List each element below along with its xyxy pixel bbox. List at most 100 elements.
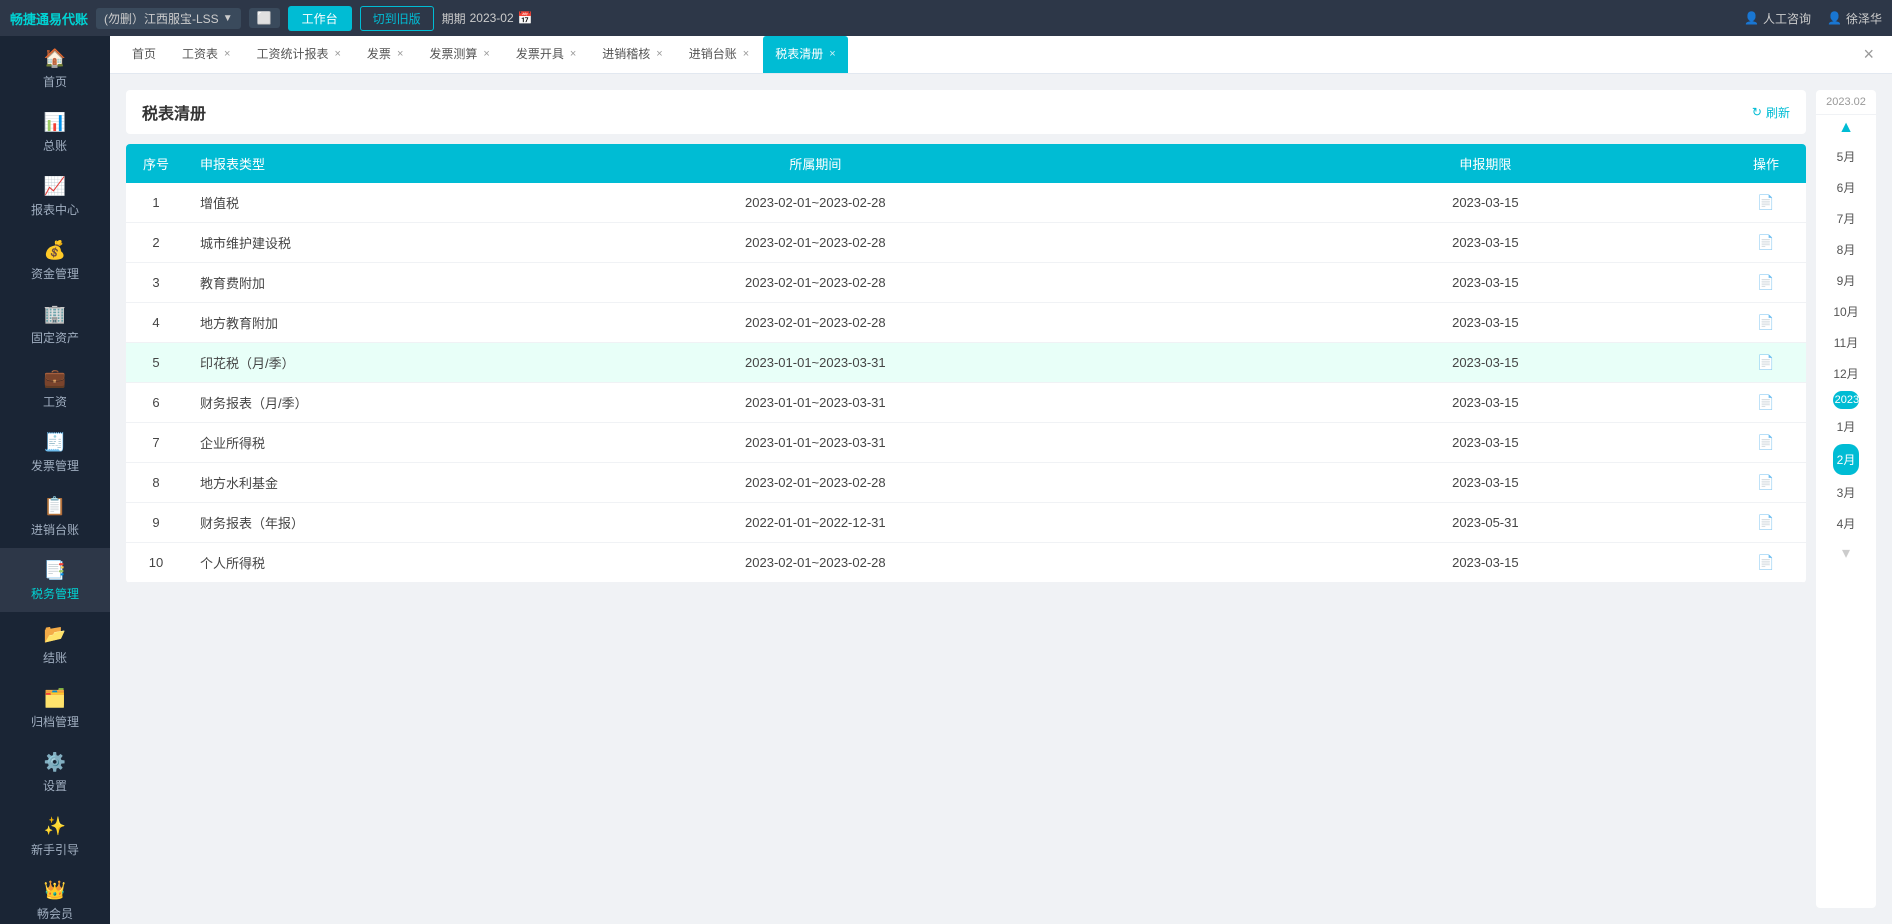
action-file-icon[interactable]: 📄 — [1757, 474, 1774, 490]
sidebar-item-archive[interactable]: 🗂️ 归档管理 — [0, 676, 110, 740]
user-avatar-icon: 👤 — [1827, 11, 1842, 25]
workspace-button[interactable]: 工作台 — [288, 6, 352, 31]
sidebar-item-tax[interactable]: 📑 税务管理 — [0, 548, 110, 612]
sidebar-item-funds[interactable]: 💰 资金管理 — [0, 228, 110, 292]
cell-type: 增值税 — [186, 183, 386, 223]
ai-icon: 👤 — [1744, 11, 1759, 25]
tab-tax-clear-close[interactable]: × — [829, 48, 835, 60]
cell-type: 财务报表（月/季） — [186, 383, 386, 423]
tab-home[interactable]: 首页 — [120, 36, 168, 73]
tab-salary-stat[interactable]: 工资统计报表 × — [244, 36, 352, 73]
tab-salary-stat-close[interactable]: × — [334, 48, 340, 60]
company-selector[interactable]: (勿删）江西服宝-LSS ▼ — [96, 8, 241, 29]
cell-no: 6 — [126, 383, 186, 423]
date-month-item[interactable]: 8月 — [1829, 234, 1862, 265]
switch-version-button[interactable]: 切到旧版 — [360, 6, 434, 31]
tab-invoice-calc-close[interactable]: × — [483, 48, 489, 60]
assets-icon: 🏢 — [44, 304, 66, 325]
sidebar-item-settle[interactable]: 📂 结账 — [0, 612, 110, 676]
col-action: 操作 — [1726, 144, 1806, 183]
cell-period: 2023-01-01~2023-03-31 — [386, 343, 1245, 383]
sidebar-item-guide[interactable]: ✨ 新手引导 — [0, 804, 110, 868]
tab-invoice-close[interactable]: × — [397, 48, 403, 60]
copy-icon-btn[interactable]: ⬜ — [249, 8, 280, 28]
sidebar-item-purchase[interactable]: 📋 进销台账 — [0, 484, 110, 548]
tab-invoice-calc-label: 发票测算 — [429, 45, 477, 62]
chevron-down-icon: ▾ — [1842, 543, 1850, 563]
action-file-icon[interactable]: 📄 — [1757, 194, 1774, 210]
date-month-list: 5月6月7月8月9月10月11月12月20231月2月3月4月 — [1829, 141, 1862, 539]
tax-icon: 📑 — [44, 560, 66, 581]
ai-consult-button[interactable]: 👤 人工咨询 — [1744, 10, 1811, 27]
cell-action: 📄 — [1726, 303, 1806, 343]
cell-period: 2023-02-01~2023-02-28 — [386, 463, 1245, 503]
date-nav-down-button[interactable]: ▾ — [1816, 539, 1876, 567]
refresh-button[interactable]: ↻ 刷新 — [1752, 104, 1790, 121]
tab-invoice-calc[interactable]: 发票测算 × — [417, 36, 501, 73]
cell-type: 印花税（月/季） — [186, 343, 386, 383]
table-row: 10 个人所得税 2023-02-01~2023-02-28 2023-03-1… — [126, 543, 1806, 583]
date-month-item[interactable]: 9月 — [1829, 265, 1862, 296]
date-month-item[interactable]: 12月 — [1829, 358, 1862, 389]
sidebar-item-settings[interactable]: ⚙️ 设置 — [0, 740, 110, 804]
user-profile-button[interactable]: 👤 徐泽华 — [1827, 10, 1882, 27]
action-file-icon[interactable]: 📄 — [1757, 354, 1774, 370]
sidebar-item-salary[interactable]: 💼 工资 — [0, 356, 110, 420]
cell-type: 教育费附加 — [186, 263, 386, 303]
calendar-icon[interactable]: 📅 — [518, 11, 533, 25]
cell-period: 2023-02-01~2023-02-28 — [386, 263, 1245, 303]
tab-invoice[interactable]: 发票 × — [355, 36, 415, 73]
sidebar-item-ledger[interactable]: 📊 总账 — [0, 100, 110, 164]
sidebar-item-member[interactable]: 👑 畅会员 — [0, 868, 110, 924]
action-file-icon[interactable]: 📄 — [1757, 514, 1774, 530]
action-file-icon[interactable]: 📄 — [1757, 314, 1774, 330]
user-name: 徐泽华 — [1846, 10, 1882, 27]
table-row: 1 增值税 2023-02-01~2023-02-28 2023-03-15 📄 — [126, 183, 1806, 223]
cell-no: 5 — [126, 343, 186, 383]
tab-invoice-open-label: 发票开具 — [516, 45, 564, 62]
tab-purchase-check[interactable]: 进销稽核 × — [590, 36, 674, 73]
sidebar-item-report[interactable]: 📈 报表中心 — [0, 164, 110, 228]
date-month-item[interactable]: 7月 — [1829, 203, 1862, 234]
action-file-icon[interactable]: 📄 — [1757, 554, 1774, 570]
sidebar-label-settings: 设置 — [43, 777, 67, 794]
action-file-icon[interactable]: 📄 — [1757, 234, 1774, 250]
tab-salary-label: 工资表 — [182, 45, 218, 62]
date-active-month[interactable]: 2月 — [1833, 444, 1860, 475]
tab-invoice-open[interactable]: 发票开具 × — [504, 36, 588, 73]
date-nav-up-button[interactable]: ▲ — [1816, 115, 1876, 141]
tab-salary[interactable]: 工资表 × — [170, 36, 242, 73]
home-icon: 🏠 — [44, 48, 66, 69]
tab-purchase-ledger[interactable]: 进销台账 × — [677, 36, 761, 73]
cell-period: 2023-01-01~2023-03-31 — [386, 383, 1245, 423]
window-close-button[interactable]: × — [1855, 44, 1882, 65]
tab-purchase-check-close[interactable]: × — [656, 48, 662, 60]
sidebar-item-assets[interactable]: 🏢 固定资产 — [0, 292, 110, 356]
date-month-item[interactable]: 1月 — [1829, 411, 1862, 442]
table-row: 2 城市维护建设税 2023-02-01~2023-02-28 2023-03-… — [126, 223, 1806, 263]
sidebar-label-assets: 固定资产 — [31, 329, 79, 346]
main-layout: 🏠 首页 📊 总账 📈 报表中心 💰 资金管理 🏢 固定资产 💼 工资 🧾 发票… — [0, 36, 1892, 924]
sidebar-item-invoice[interactable]: 🧾 发票管理 — [0, 420, 110, 484]
date-month-item[interactable]: 11月 — [1829, 327, 1862, 358]
tab-salary-close[interactable]: × — [224, 48, 230, 60]
date-month-item[interactable]: 3月 — [1829, 477, 1862, 508]
date-month-item[interactable]: 4月 — [1829, 508, 1862, 539]
action-file-icon[interactable]: 📄 — [1757, 434, 1774, 450]
tab-bar: 首页 工资表 × 工资统计报表 × 发票 × 发票测算 × 发票开具 × — [110, 36, 1892, 74]
date-month-item[interactable]: 5月 — [1829, 141, 1862, 172]
action-file-icon[interactable]: 📄 — [1757, 274, 1774, 290]
content-area: 首页 工资表 × 工资统计报表 × 发票 × 发票测算 × 发票开具 × — [110, 36, 1892, 924]
date-month-item[interactable]: 6月 — [1829, 172, 1862, 203]
cell-type: 地方水利基金 — [186, 463, 386, 503]
sidebar-label-home: 首页 — [43, 73, 67, 90]
table-row: 5 印花税（月/季） 2023-01-01~2023-03-31 2023-03… — [126, 343, 1806, 383]
action-file-icon[interactable]: 📄 — [1757, 394, 1774, 410]
tab-home-label: 首页 — [132, 45, 156, 62]
sidebar-item-home[interactable]: 🏠 首页 — [0, 36, 110, 100]
tab-invoice-open-close[interactable]: × — [570, 48, 576, 60]
tab-purchase-ledger-close[interactable]: × — [743, 48, 749, 60]
tab-invoice-label: 发票 — [367, 45, 391, 62]
date-month-item[interactable]: 10月 — [1829, 296, 1862, 327]
tab-tax-clear[interactable]: 税表清册 × — [763, 36, 847, 73]
